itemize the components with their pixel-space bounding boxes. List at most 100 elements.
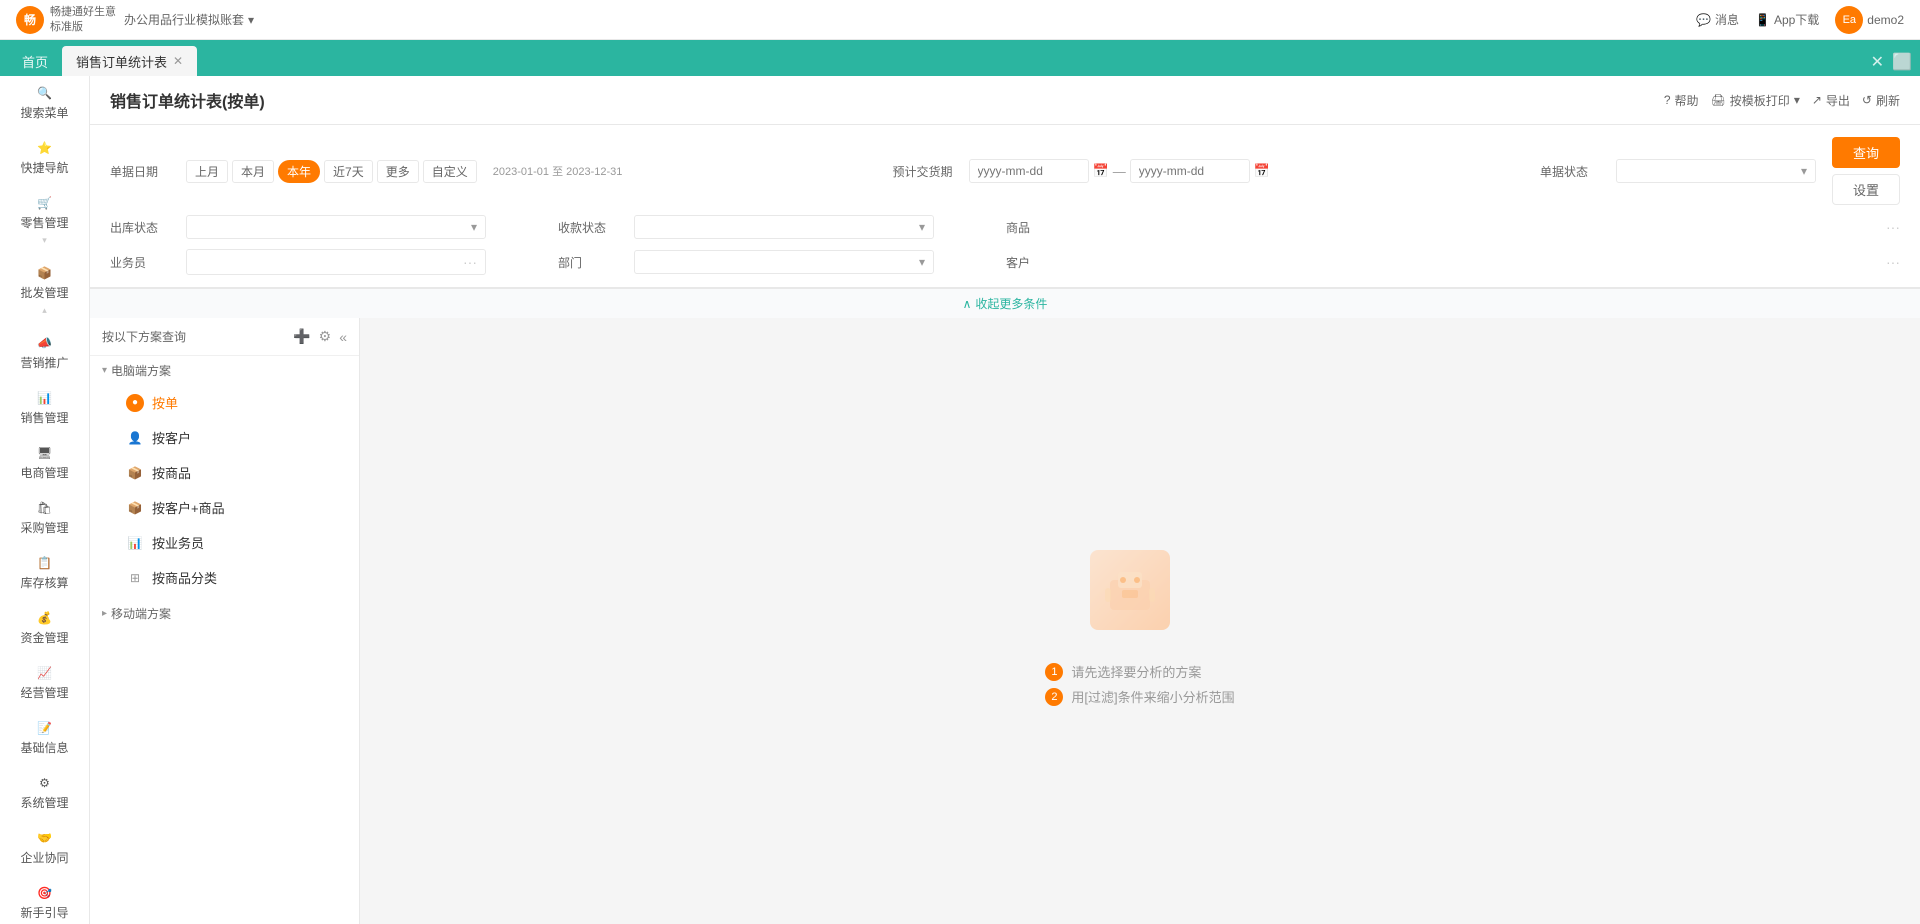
sidebar-item-guide[interactable]: 🎯 新手引导 — [0, 876, 89, 924]
message-btn[interactable]: 💬 消息 — [1696, 11, 1739, 28]
scheme-item-by-salesperson[interactable]: 📊 按业务员 — [90, 525, 359, 560]
sidebar-item-system[interactable]: ⚙ 系统管理 — [0, 766, 89, 821]
customer-dots[interactable]: ··· — [1886, 254, 1900, 270]
sidebar-item-quick-nav[interactable]: ⭐ 快捷导航 — [0, 131, 89, 186]
quick-nav-icon: ⭐ — [37, 141, 52, 155]
sidebar-item-ecommerce[interactable]: 🖥 电商管理 — [0, 436, 89, 491]
collapse-bar[interactable]: ∧ 收起更多条件 — [90, 288, 1920, 318]
receipt-status-select[interactable] — [634, 215, 934, 239]
scheme-item-by-goods[interactable]: 📦 按商品 — [90, 455, 359, 490]
top-bar-right: 💬 消息 📱 App下载 Ea demo2 — [1696, 6, 1904, 34]
page-title: 销售订单统计表(按单) — [110, 88, 265, 124]
scheme-group-desktop[interactable]: ▾ 电脑端方案 — [90, 356, 359, 385]
scheme-item-by-order[interactable]: ● 按单 — [90, 385, 359, 420]
expected-delivery-start[interactable] — [969, 159, 1089, 183]
sidebar-item-basic-info[interactable]: 📝 基础信息 — [0, 711, 89, 766]
sidebar-item-enterprise[interactable]: 🤝 企业协同 — [0, 821, 89, 876]
expected-delivery-input-group: 📅 — 📅 — [969, 159, 1270, 183]
bill-status-select[interactable] — [1616, 159, 1816, 183]
department-select[interactable] — [634, 250, 934, 274]
help-icon: ? — [1664, 93, 1671, 107]
goods-dots[interactable]: ··· — [1886, 219, 1900, 235]
app-download-btn[interactable]: 📱 App下载 — [1755, 11, 1819, 28]
scheme-item-by-customer[interactable]: 👤 按客户 — [90, 420, 359, 455]
calendar-end-icon[interactable]: 📅 — [1254, 163, 1270, 179]
finance-icon: 💰 — [37, 611, 52, 625]
refresh-btn[interactable]: ↺ 刷新 — [1862, 92, 1900, 109]
user-area[interactable]: Ea demo2 — [1835, 6, 1904, 34]
help-btn[interactable]: ? 帮助 — [1664, 92, 1699, 109]
nav-tabs: 首页 销售订单统计表 ✕ ✕ ⬜ — [0, 40, 1920, 76]
export-btn[interactable]: ↗ 导出 — [1812, 92, 1850, 109]
salesperson-label: 业务员 — [110, 254, 170, 271]
goods-label: 商品 — [1006, 219, 1066, 236]
content-body: 按以下方案查询 ➕ ⚙ « ▾ 电脑端方案 ● 按单 👤 — [90, 318, 1920, 924]
date-shortcuts: 上月 本月 本年 近7天 更多 自定义 — [186, 160, 477, 183]
date-this-month-btn[interactable]: 本月 — [232, 160, 274, 183]
sidebar-item-operations[interactable]: 📈 经营管理 — [0, 656, 89, 711]
enterprise-icon: 🤝 — [37, 831, 52, 845]
tab-home[interactable]: 首页 — [8, 46, 62, 76]
tab-close-icon[interactable]: ✕ — [173, 54, 183, 68]
salesperson-dots[interactable]: ··· — [463, 254, 477, 270]
empty-hints: 1 请先选择要分析的方案 2 用[过滤]条件来缩小分析范围 — [1045, 662, 1234, 712]
add-scheme-btn[interactable]: ➕ — [293, 328, 310, 345]
system-icon: ⚙ — [39, 776, 50, 790]
export-icon: ↗ — [1812, 93, 1822, 107]
sidebar: 🔍 搜索菜单 ⭐ 快捷导航 🛒 零售管理 ▾ 📦 批发管理 ▴ 📣 营销推广 📊… — [0, 76, 90, 924]
window-close-btn[interactable]: ✕ — [1871, 52, 1884, 72]
empty-box-icon — [1090, 550, 1170, 630]
sidebar-item-wholesale[interactable]: 📦 批发管理 ▴ — [0, 256, 89, 326]
refresh-icon: ↺ — [1862, 93, 1872, 107]
date-custom-btn[interactable]: 自定义 — [423, 160, 477, 183]
page-actions: ? 帮助 🖨 按模板打印 ▾ ↗ 导出 ↺ 刷新 — [1664, 92, 1900, 121]
filter-panel: 单据日期 上月 本月 本年 近7天 更多 自定义 2023-01-01 至 20… — [90, 125, 1920, 288]
template-print-btn[interactable]: 🖨 按模板打印 ▾ — [1711, 92, 1800, 109]
date-more-btn[interactable]: 更多 — [377, 160, 419, 183]
bill-status-label: 单据状态 — [1540, 163, 1600, 180]
window-maximize-btn[interactable]: ⬜ — [1892, 52, 1912, 72]
filter-row-2: 出库状态 收款状态 商品 ··· — [110, 215, 1900, 239]
expected-delivery-end[interactable] — [1130, 159, 1250, 183]
sidebar-item-finance[interactable]: 💰 资金管理 — [0, 601, 89, 656]
print-icon: 🖨 — [1711, 93, 1726, 107]
marketing-icon: 📣 — [37, 336, 52, 350]
delivery-status-label: 出库状态 — [110, 219, 170, 236]
sidebar-item-search[interactable]: 🔍 搜索菜单 — [0, 76, 89, 131]
sidebar-item-inventory[interactable]: 📋 库存核算 — [0, 546, 89, 601]
workspace-dropdown-icon — [248, 13, 254, 27]
download-icon: 📱 — [1755, 13, 1770, 27]
left-panel-header: 按以下方案查询 ➕ ⚙ « — [90, 318, 359, 356]
tab-sales-order-stats[interactable]: 销售订单统计表 ✕ — [62, 46, 197, 76]
app-logo: 畅 — [16, 6, 44, 34]
sidebar-item-retail[interactable]: 🛒 零售管理 ▾ — [0, 186, 89, 256]
scheme-item-by-category[interactable]: ⊞ 按商品分类 — [90, 560, 359, 595]
sidebar-item-purchase[interactable]: 🛍 采购管理 — [0, 491, 89, 546]
sidebar-item-sales[interactable]: 📊 销售管理 — [0, 381, 89, 436]
delivery-status-select[interactable] — [186, 215, 486, 239]
app-name: 畅捷通好生意 标准版 — [50, 5, 116, 34]
delivery-status-dropdown-icon — [471, 220, 477, 234]
workspace-selector[interactable]: 办公用品行业模拟账套 — [124, 11, 254, 28]
date-this-year-btn[interactable]: 本年 — [278, 160, 320, 183]
scheme-item-by-customer-goods[interactable]: 📦 按客户+商品 — [90, 490, 359, 525]
print-dropdown-icon: ▾ — [1794, 93, 1800, 107]
empty-state: 1 请先选择要分析的方案 2 用[过滤]条件来缩小分析范围 — [1045, 550, 1234, 712]
collapse-left-btn[interactable]: « — [339, 329, 347, 345]
date-last-month-btn[interactable]: 上月 — [186, 160, 228, 183]
user-avatar: Ea — [1835, 6, 1863, 34]
top-bar-left: 畅 畅捷通好生意 标准版 办公用品行业模拟账套 — [16, 5, 254, 34]
wholesale-icon: 📦 — [37, 266, 52, 280]
date-last-7days-btn[interactable]: 近7天 — [324, 160, 373, 183]
settings-btn[interactable]: 设置 — [1832, 174, 1900, 205]
query-btn-group: 查询 设置 — [1832, 137, 1900, 205]
ecommerce-icon: 🖥 — [37, 446, 52, 460]
manage-scheme-btn[interactable]: ⚙ — [319, 328, 332, 345]
sidebar-item-marketing[interactable]: 📣 营销推广 — [0, 326, 89, 381]
right-panel: 1 请先选择要分析的方案 2 用[过滤]条件来缩小分析范围 — [360, 318, 1920, 924]
empty-hint-2: 2 用[过滤]条件来缩小分析范围 — [1045, 687, 1234, 706]
scheme-group-mobile[interactable]: ▸ 移动端方案 — [90, 599, 359, 628]
query-btn[interactable]: 查询 — [1832, 137, 1900, 168]
expected-delivery-label: 预计交货期 — [893, 163, 953, 180]
calendar-start-icon[interactable]: 📅 — [1093, 163, 1109, 179]
